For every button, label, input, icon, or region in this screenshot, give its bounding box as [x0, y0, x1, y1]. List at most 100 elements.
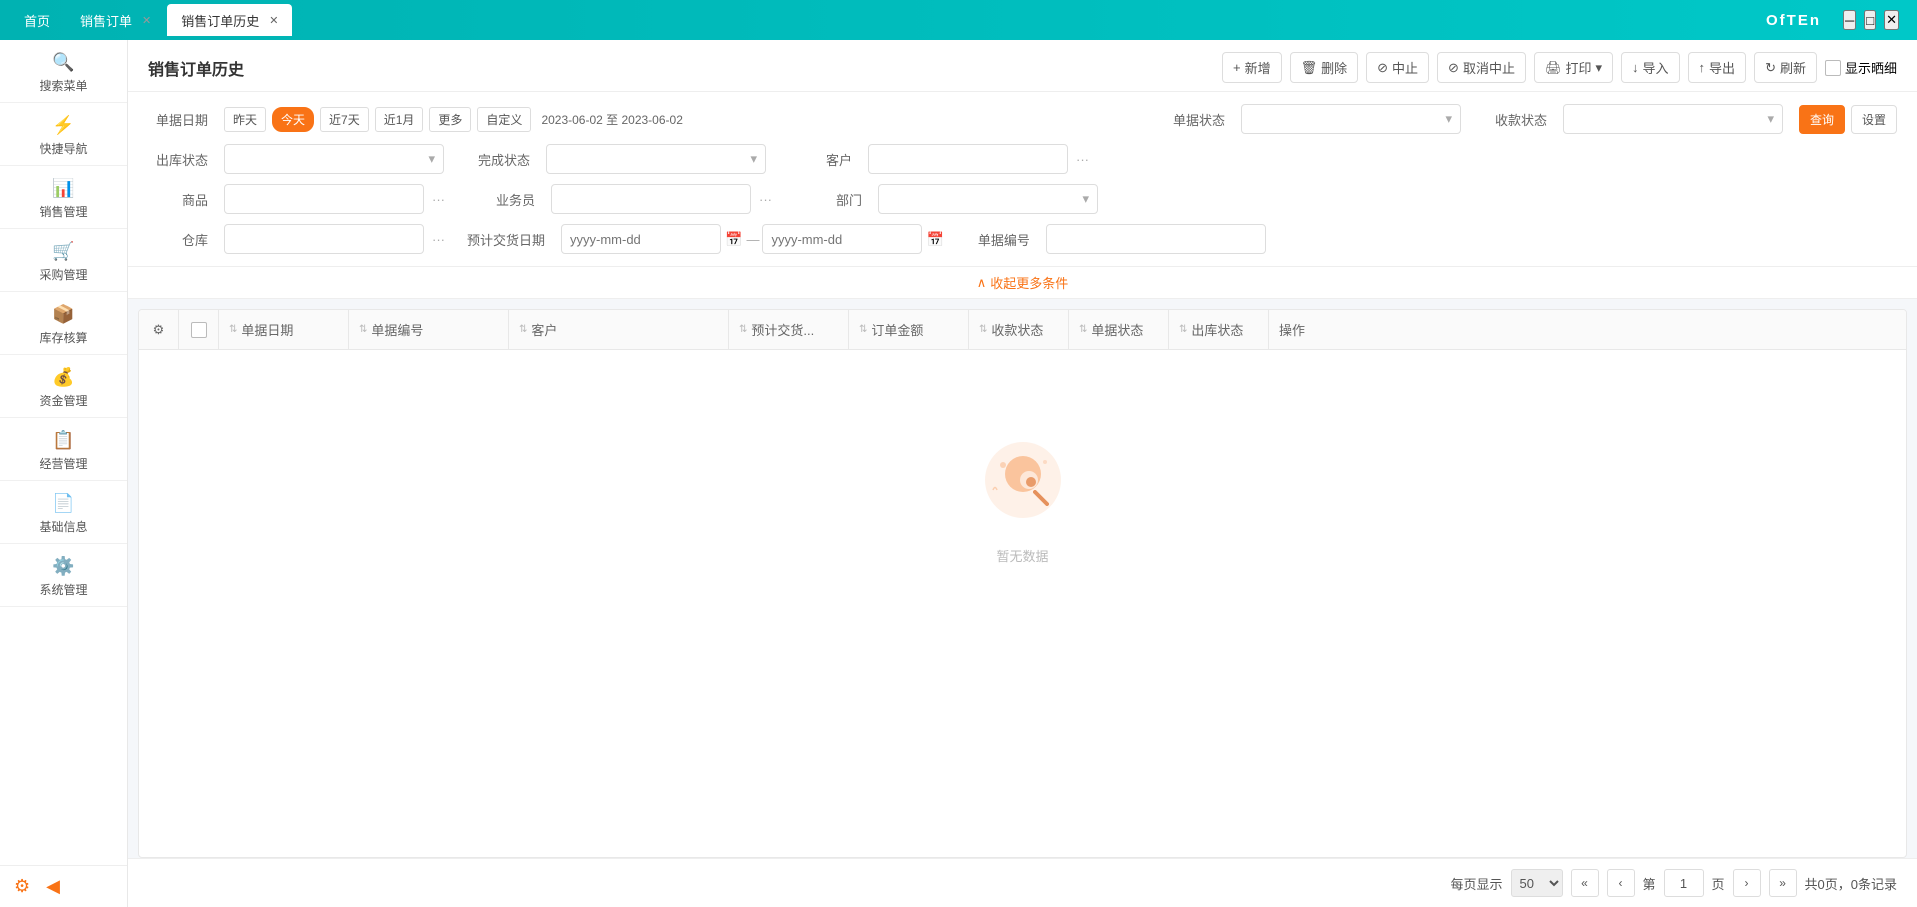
minimize-btn[interactable]: ─ — [1843, 10, 1856, 30]
th-doc-status[interactable]: ⇅ 单据状态 — [1069, 310, 1169, 349]
doc-num-input[interactable] — [1046, 224, 1266, 254]
tab-sales-order-history-close[interactable]: ✕ — [269, 14, 278, 27]
th-action-label: 操作 — [1279, 320, 1305, 339]
sidebar-item-nav[interactable]: ⚡ 快捷导航 — [0, 103, 127, 166]
th-num[interactable]: ⇅ 单据编号 — [349, 310, 509, 349]
doc-status-select[interactable]: ▾ — [1241, 104, 1461, 134]
sort-amount-icon: ⇅ — [859, 324, 867, 335]
out-status-select[interactable]: ▾ — [224, 144, 444, 174]
tab-sales-order-close[interactable]: ✕ — [142, 14, 151, 27]
header-checkbox[interactable] — [191, 322, 207, 338]
sidebar-item-purchase-label: 采购管理 — [39, 266, 87, 283]
th-amount-label: 订单金额 — [871, 320, 923, 339]
warehouse-input[interactable] — [224, 224, 424, 254]
display-columns-checkbox[interactable] — [1825, 60, 1841, 76]
th-date[interactable]: ⇅ 单据日期 — [219, 310, 349, 349]
salesperson-dots-icon[interactable]: ··· — [755, 190, 776, 209]
sidebar-item-management[interactable]: 📋 经营管理 — [0, 418, 127, 481]
page-number-input[interactable] — [1664, 869, 1704, 897]
cancel-stop-button[interactable]: ⊘ 取消中止 — [1437, 52, 1526, 83]
th-customer[interactable]: ⇅ 客户 — [509, 310, 729, 349]
goods-dots-icon[interactable]: ··· — [428, 190, 449, 209]
doc-status-arrow-icon: ▾ — [1445, 111, 1452, 127]
date-more-btn[interactable]: 更多 — [429, 107, 471, 132]
delivery-start-calendar-icon[interactable]: 📅 — [725, 231, 742, 248]
top-bar: 首页 销售订单 ✕ 销售订单历史 ✕ OfTEn ─ □ ✕ — [0, 0, 1917, 40]
page-header: 销售订单历史 + 新增 🗑 删除 ⊘ 中止 ⊘ 取消中止 — [128, 40, 1917, 92]
refresh-button[interactable]: ↻ 刷新 — [1754, 52, 1817, 83]
settings-button[interactable]: 设置 — [1851, 105, 1897, 134]
tab-home[interactable]: 首页 — [10, 4, 64, 36]
sort-out-status-icon: ⇅ — [1179, 324, 1187, 335]
date-today-btn[interactable]: 今天 — [272, 107, 314, 132]
complete-status-label: 完成状态 — [460, 150, 530, 169]
sidebar-item-search-label: 搜索菜单 — [39, 77, 87, 94]
tab-sales-order-history[interactable]: 销售订单历史 ✕ — [167, 4, 292, 36]
stop-button[interactable]: ⊘ 中止 — [1366, 52, 1429, 83]
complete-status-select[interactable]: ▾ — [546, 144, 766, 174]
customer-label: 客户 — [782, 150, 852, 169]
sidebar-item-system-label: 系统管理 — [39, 581, 87, 598]
sidebar-item-management-label: 经营管理 — [39, 455, 87, 472]
date-7days-btn[interactable]: 近7天 — [320, 107, 369, 132]
export-button[interactable]: ↑ 导出 — [1688, 52, 1747, 83]
settings-bottom-icon[interactable]: ⚙ — [14, 876, 30, 897]
inventory-icon: 📦 — [52, 304, 74, 325]
import-button[interactable]: ↓ 导入 — [1621, 52, 1680, 83]
next-page-btn[interactable]: › — [1733, 869, 1761, 897]
sidebar-item-system[interactable]: ⚙️ 系统管理 — [0, 544, 127, 607]
warehouse-dots-icon[interactable]: ··· — [428, 230, 449, 249]
close-btn[interactable]: ✕ — [1884, 10, 1899, 30]
sidebar-item-inventory[interactable]: 📦 库存核算 — [0, 292, 127, 355]
sidebar-item-sales[interactable]: 📊 销售管理 — [0, 166, 127, 229]
delivery-date-start[interactable] — [561, 224, 721, 254]
th-checkbox[interactable] — [179, 310, 219, 349]
customer-input[interactable] — [868, 144, 1068, 174]
display-columns-label: 显示晒细 — [1845, 58, 1897, 77]
tab-sales-order[interactable]: 销售订单 ✕ — [66, 4, 165, 36]
delete-icon: 🗑 — [1301, 60, 1318, 76]
delivery-end-calendar-icon[interactable]: 📅 — [926, 231, 943, 248]
sidebar-item-finance-label: 资金管理 — [39, 392, 87, 409]
collapse-up-icon: ∧ — [977, 275, 987, 291]
delivery-date-end[interactable] — [762, 224, 922, 254]
sidebar-item-finance[interactable]: 💰 资金管理 — [0, 355, 127, 418]
date-filter-control: 昨天 今天 近7天 近1月 更多 自定义 2023-06-02 至 2023-0… — [224, 107, 1139, 132]
th-settings[interactable]: ⚙ — [139, 310, 179, 349]
collapse-sidebar-icon[interactable]: ◀ — [46, 876, 60, 897]
th-delivery-label: 预计交货... — [751, 320, 814, 339]
system-icon: ⚙️ — [52, 556, 74, 577]
print-button[interactable]: 🖨 打印 ▾ — [1534, 52, 1613, 83]
per-page-select[interactable]: 50 10 20 100 — [1511, 869, 1563, 897]
th-out-status[interactable]: ⇅ 出库状态 — [1169, 310, 1269, 349]
add-button[interactable]: + 新增 — [1222, 52, 1282, 83]
salesperson-input[interactable] — [551, 184, 751, 214]
first-page-btn[interactable]: « — [1571, 869, 1599, 897]
payment-status-select[interactable]: ▾ — [1563, 104, 1783, 134]
empty-text: 暂无数据 — [996, 546, 1048, 565]
sidebar-item-basics[interactable]: 📄 基础信息 — [0, 481, 127, 544]
date-custom-btn[interactable]: 自定义 — [477, 107, 531, 132]
last-page-btn[interactable]: » — [1769, 869, 1797, 897]
sort-customer-icon: ⇅ — [519, 324, 527, 335]
sidebar: 🔍 搜索菜单 ⚡ 快捷导航 📊 销售管理 🛒 采购管理 📦 库存核算 💰 资金管… — [0, 40, 128, 907]
date-yesterday-btn[interactable]: 昨天 — [224, 107, 266, 132]
prev-page-btn[interactable]: ‹ — [1607, 869, 1635, 897]
date-1month-btn[interactable]: 近1月 — [375, 107, 424, 132]
sidebar-item-search[interactable]: 🔍 搜索菜单 — [0, 40, 127, 103]
export-icon: ↑ — [1699, 60, 1706, 75]
maximize-btn[interactable]: □ — [1864, 10, 1876, 30]
delete-button[interactable]: 🗑 删除 — [1290, 52, 1359, 83]
query-button[interactable]: 查询 — [1799, 105, 1845, 134]
th-date-label: 单据日期 — [241, 320, 293, 339]
dept-select[interactable]: ▾ — [878, 184, 1098, 214]
th-pay-status[interactable]: ⇅ 收款状态 — [969, 310, 1069, 349]
collapse-bar[interactable]: ∧ 收起更多条件 — [128, 267, 1917, 299]
display-columns-toggle[interactable]: 显示晒细 — [1825, 58, 1897, 77]
th-delivery[interactable]: ⇅ 预计交货... — [729, 310, 849, 349]
goods-input[interactable] — [224, 184, 424, 214]
th-amount[interactable]: ⇅ 订单金额 — [849, 310, 969, 349]
sidebar-item-purchase[interactable]: 🛒 采购管理 — [0, 229, 127, 292]
customer-dots-icon[interactable]: ··· — [1072, 150, 1093, 169]
payment-status-arrow-icon: ▾ — [1767, 111, 1774, 127]
